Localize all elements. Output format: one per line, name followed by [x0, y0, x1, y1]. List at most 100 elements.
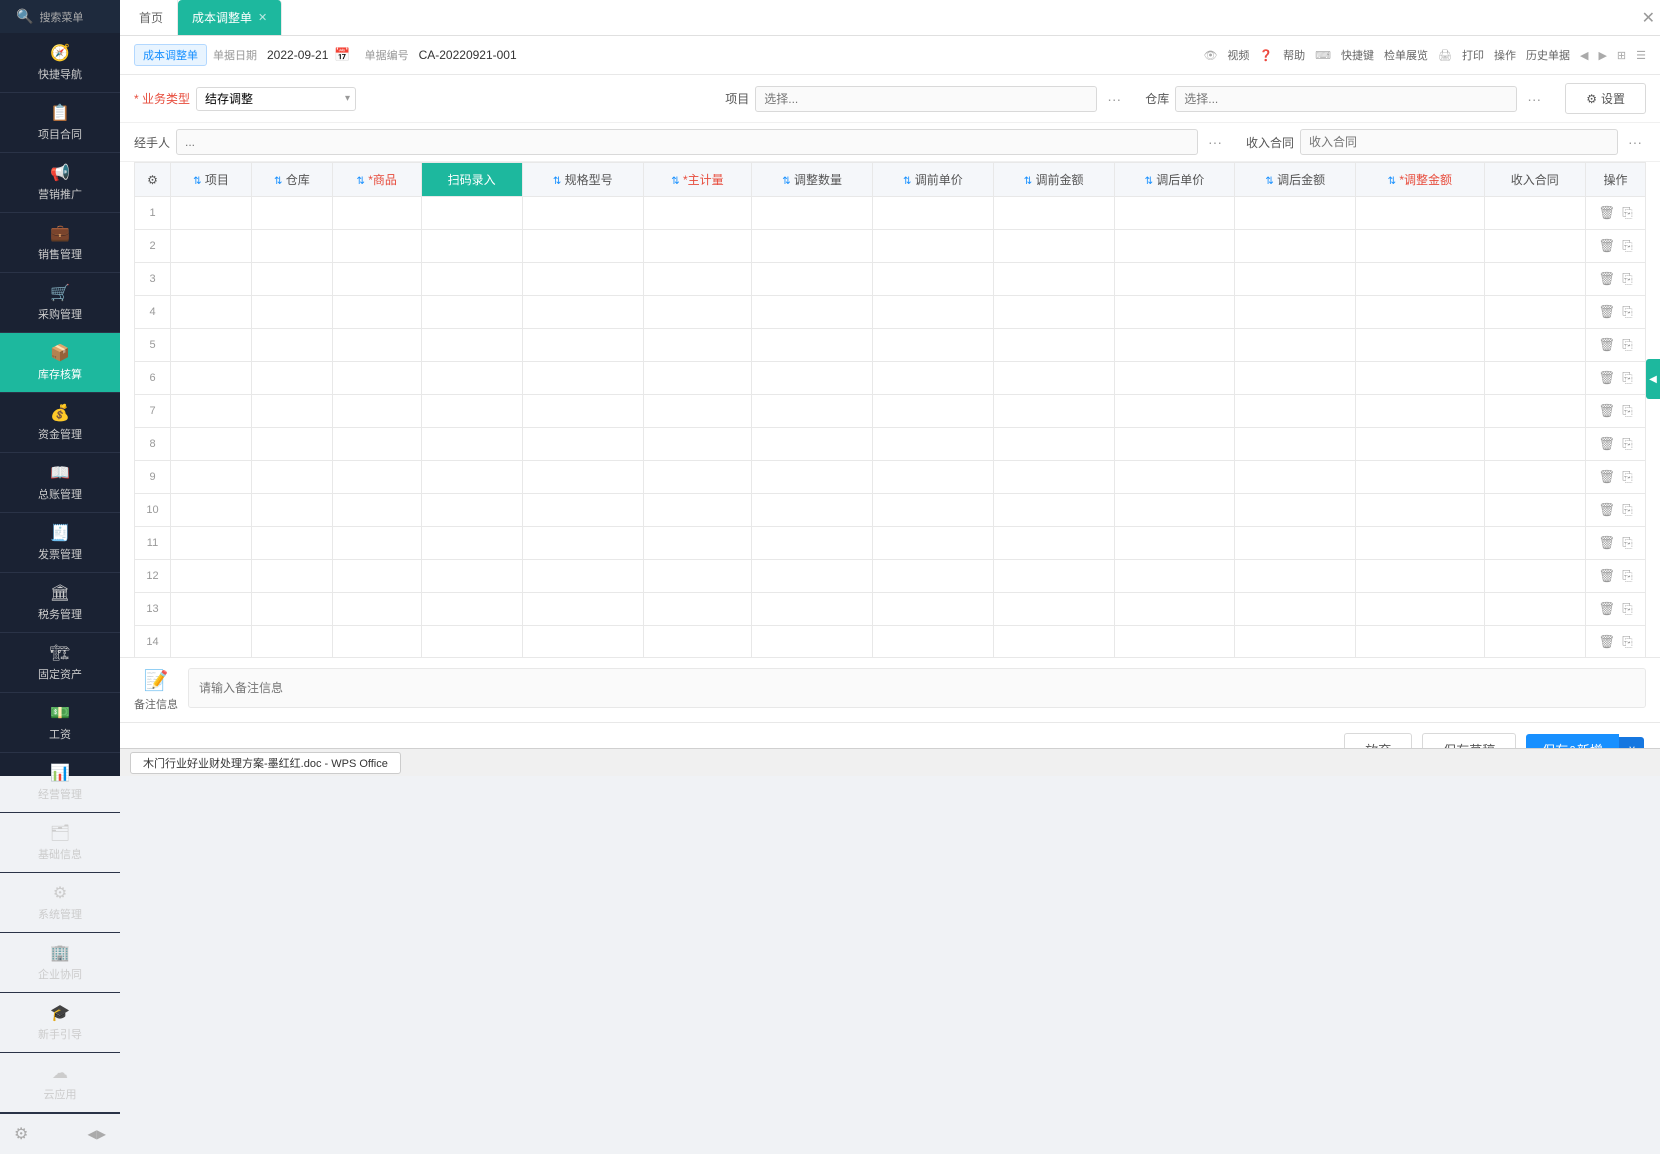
cell-adj-qty[interactable]	[752, 362, 873, 395]
cell-adj-amount[interactable]	[1356, 593, 1485, 626]
cell-adj-qty[interactable]	[752, 230, 873, 263]
handler-dots[interactable]: ···	[1204, 134, 1226, 150]
cell-goods[interactable]	[332, 626, 421, 658]
cell-unit[interactable]	[643, 626, 752, 658]
cell-goods[interactable]	[332, 494, 421, 527]
warehouse-dots[interactable]: ···	[1523, 91, 1545, 107]
cell-spec[interactable]	[522, 329, 643, 362]
toolbar-prev-icon[interactable]: ◀	[1580, 49, 1588, 62]
cell-before-amount[interactable]	[993, 428, 1114, 461]
cell-scan[interactable]	[421, 593, 522, 626]
sidebar-item-fixed-assets[interactable]: 🏗 固定资产	[0, 633, 120, 693]
cell-goods[interactable]	[332, 362, 421, 395]
toolbar-list-icon[interactable]: ☰	[1636, 49, 1646, 62]
cell-before-price[interactable]	[872, 560, 993, 593]
copy-row-button[interactable]: ⎘	[1620, 236, 1634, 256]
close-window-icon[interactable]: ✕	[1642, 8, 1655, 28]
cell-income-contract[interactable]	[1484, 560, 1585, 593]
settings-button[interactable]: ⚙ 设置	[1565, 83, 1646, 114]
sidebar-item-project-contract[interactable]: 📋 项目合同	[0, 93, 120, 153]
cell-adj-amount[interactable]	[1356, 428, 1485, 461]
toolbar-actions[interactable]: 操作	[1494, 47, 1516, 63]
project-dots[interactable]: ···	[1103, 91, 1125, 107]
delete-row-button[interactable]: 🗑	[1596, 434, 1617, 454]
copy-row-button[interactable]: ⎘	[1620, 632, 1634, 652]
cell-warehouse[interactable]	[251, 263, 332, 296]
cell-before-price[interactable]	[872, 197, 993, 230]
cell-project[interactable]	[171, 626, 252, 658]
cell-after-price[interactable]	[1114, 329, 1235, 362]
cell-after-amount[interactable]	[1235, 197, 1356, 230]
delete-row-button[interactable]: 🗑	[1596, 368, 1617, 388]
cell-after-amount[interactable]	[1235, 263, 1356, 296]
cell-unit[interactable]	[643, 593, 752, 626]
cell-adj-amount[interactable]	[1356, 527, 1485, 560]
cell-unit[interactable]	[643, 197, 752, 230]
right-collapse-btn[interactable]: ◀	[1646, 359, 1660, 399]
cell-after-amount[interactable]	[1235, 461, 1356, 494]
cell-project[interactable]	[171, 527, 252, 560]
delete-row-button[interactable]: 🗑	[1596, 302, 1617, 322]
cell-project[interactable]	[171, 395, 252, 428]
cell-spec[interactable]	[522, 626, 643, 658]
toolbar-print[interactable]: 打印	[1462, 47, 1484, 63]
cell-adj-amount[interactable]	[1356, 560, 1485, 593]
cell-scan[interactable]	[421, 296, 522, 329]
cell-goods[interactable]	[332, 329, 421, 362]
cell-warehouse[interactable]	[251, 428, 332, 461]
copy-row-button[interactable]: ⎘	[1620, 368, 1634, 388]
copy-row-button[interactable]: ⎘	[1620, 599, 1634, 619]
cell-income-contract[interactable]	[1484, 395, 1585, 428]
copy-row-button[interactable]: ⎘	[1620, 467, 1634, 487]
cell-project[interactable]	[171, 263, 252, 296]
cell-adj-qty[interactable]	[752, 560, 873, 593]
cell-income-contract[interactable]	[1484, 593, 1585, 626]
cell-after-price[interactable]	[1114, 560, 1235, 593]
cell-after-price[interactable]	[1114, 362, 1235, 395]
toggle-icon[interactable]: ◀▶	[88, 1127, 106, 1141]
cell-unit[interactable]	[643, 329, 752, 362]
tab-close-icon[interactable]: ✕	[258, 11, 267, 24]
cell-scan[interactable]	[421, 494, 522, 527]
cell-goods[interactable]	[332, 230, 421, 263]
cell-before-price[interactable]	[872, 494, 993, 527]
taskbar-file[interactable]: 木门行业好业财处理方案-墨红红.doc - WPS Office	[130, 752, 401, 774]
toolbar-view[interactable]: 视频	[1227, 47, 1249, 63]
cell-goods[interactable]	[332, 527, 421, 560]
cell-adj-qty[interactable]	[752, 494, 873, 527]
copy-row-button[interactable]: ⎘	[1620, 500, 1634, 520]
cell-before-amount[interactable]	[993, 560, 1114, 593]
toolbar-expand-icon[interactable]: ⊞	[1617, 49, 1626, 62]
cell-goods[interactable]	[332, 263, 421, 296]
cell-before-price[interactable]	[872, 329, 993, 362]
cell-spec[interactable]	[522, 362, 643, 395]
cell-before-price[interactable]	[872, 395, 993, 428]
cell-before-amount[interactable]	[993, 230, 1114, 263]
cell-scan[interactable]	[421, 560, 522, 593]
cell-spec[interactable]	[522, 197, 643, 230]
cell-unit[interactable]	[643, 296, 752, 329]
copy-row-button[interactable]: ⎘	[1620, 533, 1634, 553]
cell-spec[interactable]	[522, 461, 643, 494]
notes-input[interactable]	[188, 668, 1646, 708]
cell-scan[interactable]	[421, 626, 522, 658]
col-scan[interactable]: 扫码录入	[421, 163, 522, 197]
delete-row-button[interactable]: 🗑	[1596, 335, 1617, 355]
cell-goods[interactable]	[332, 197, 421, 230]
cell-before-price[interactable]	[872, 626, 993, 658]
cell-project[interactable]	[171, 560, 252, 593]
cell-adj-amount[interactable]	[1356, 362, 1485, 395]
cell-before-price[interactable]	[872, 362, 993, 395]
cell-spec[interactable]	[522, 428, 643, 461]
sidebar-item-salary[interactable]: 💵 工资	[0, 693, 120, 753]
cell-goods[interactable]	[332, 593, 421, 626]
cell-income-contract[interactable]	[1484, 230, 1585, 263]
cell-project[interactable]	[171, 230, 252, 263]
cell-before-amount[interactable]	[993, 329, 1114, 362]
sidebar-item-inventory[interactable]: 📦 库存核算	[0, 333, 120, 393]
cell-warehouse[interactable]	[251, 527, 332, 560]
cell-adj-amount[interactable]	[1356, 197, 1485, 230]
sidebar-item-purchase-mgmt[interactable]: 🛒 采购管理	[0, 273, 120, 333]
col-settings[interactable]: ⚙	[135, 163, 171, 197]
cell-project[interactable]	[171, 428, 252, 461]
